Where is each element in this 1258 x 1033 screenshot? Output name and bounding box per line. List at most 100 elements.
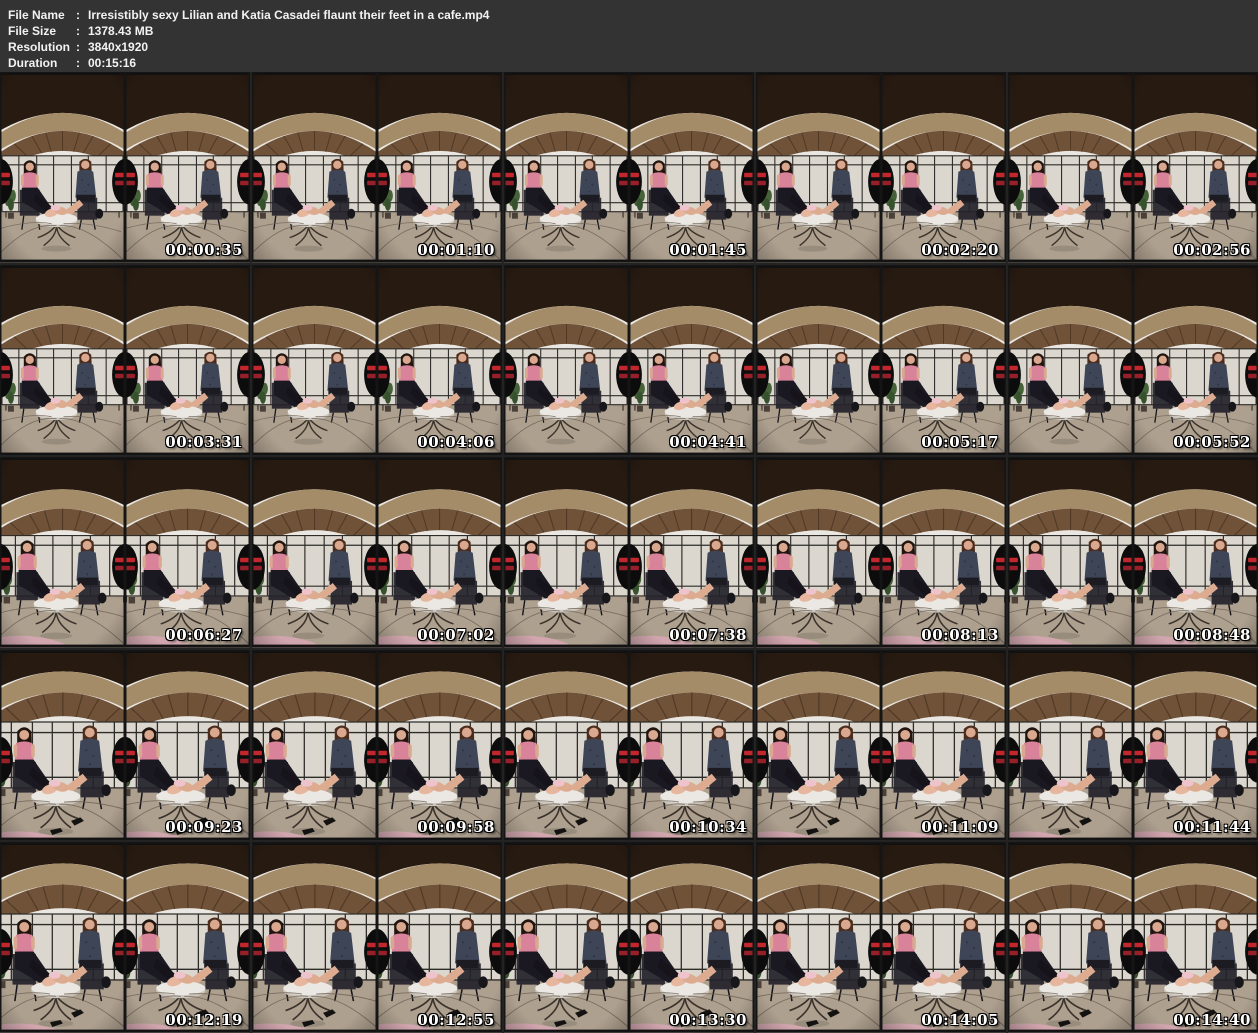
vr-stereo-pair <box>1008 457 1258 648</box>
vr-stereo-pair <box>252 842 502 1033</box>
vr-scene-graphic <box>629 842 754 1033</box>
vr-scene-graphic <box>1008 72 1133 263</box>
video-thumbnail[interactable]: 00:06:27 <box>0 457 250 648</box>
vr-right-eye-frame <box>629 265 754 456</box>
video-thumbnail[interactable]: 00:12:19 <box>0 842 250 1033</box>
vr-scene-graphic <box>252 457 377 648</box>
vr-scene-graphic <box>125 457 250 648</box>
vr-scene-graphic <box>504 265 629 456</box>
video-thumbnail[interactable]: 00:00:35 <box>0 72 250 263</box>
vr-right-eye-frame <box>377 265 502 456</box>
video-thumbnail[interactable]: 00:05:17 <box>756 265 1006 456</box>
vr-scene-graphic <box>881 72 1006 263</box>
vr-stereo-pair <box>0 842 250 1033</box>
vr-stereo-pair <box>504 265 754 456</box>
duration-value: 00:15:16 <box>88 55 1258 71</box>
video-thumbnail[interactable]: 00:11:09 <box>756 650 1006 841</box>
vr-left-eye-frame <box>0 457 125 648</box>
video-thumbnail[interactable]: 00:05:52 <box>1008 265 1258 456</box>
vr-left-eye-frame <box>756 457 881 648</box>
vr-scene-graphic <box>629 72 754 263</box>
vr-scene-graphic <box>0 842 125 1033</box>
file-info-row-duration: Duration:00:15:16 <box>8 55 1258 71</box>
vr-scene-graphic <box>377 265 502 456</box>
vr-scene-graphic <box>1008 457 1133 648</box>
vr-scene-graphic <box>756 842 881 1033</box>
thumbnail-grid: 00:00:35 <box>0 72 1258 1033</box>
vr-left-eye-frame <box>504 457 629 648</box>
vr-scene-graphic <box>1133 457 1258 648</box>
vr-left-eye-frame <box>252 265 377 456</box>
video-thumbnail[interactable]: 00:13:30 <box>504 842 754 1033</box>
vr-right-eye-frame <box>1133 457 1258 648</box>
vr-right-eye-frame <box>1133 842 1258 1033</box>
vr-left-eye-frame <box>1008 265 1133 456</box>
vr-scene-graphic <box>252 72 377 263</box>
vr-scene-graphic <box>125 72 250 263</box>
video-thumbnail[interactable]: 00:10:34 <box>504 650 754 841</box>
vr-left-eye-frame <box>504 842 629 1033</box>
vr-left-eye-frame <box>0 72 125 263</box>
video-thumbnail[interactable]: 00:08:13 <box>756 457 1006 648</box>
vr-scene-graphic <box>756 457 881 648</box>
video-thumbnail[interactable]: 00:14:05 <box>756 842 1006 1033</box>
vr-right-eye-frame <box>629 650 754 841</box>
vr-scene-graphic <box>629 650 754 841</box>
vr-left-eye-frame <box>504 72 629 263</box>
vr-stereo-pair <box>504 650 754 841</box>
file-info-row-filesize: File Size:1378.43 MB <box>8 23 1258 39</box>
vr-stereo-pair <box>1008 842 1258 1033</box>
file-info-row-filename: File Name:Irresistibly sexy Lilian and K… <box>8 7 1258 23</box>
video-thumbnail[interactable]: 00:14:40 <box>1008 842 1258 1033</box>
video-thumbnail[interactable]: 00:09:23 <box>0 650 250 841</box>
vr-scene-graphic <box>125 650 250 841</box>
vr-scene-graphic <box>252 265 377 456</box>
video-thumbnail[interactable]: 00:08:48 <box>1008 457 1258 648</box>
vr-left-eye-frame <box>1008 650 1133 841</box>
vr-stereo-pair <box>252 72 502 263</box>
vr-right-eye-frame <box>629 72 754 263</box>
vr-scene-graphic <box>881 265 1006 456</box>
vr-scene-graphic <box>756 265 881 456</box>
video-thumbnail[interactable]: 00:04:41 <box>504 265 754 456</box>
vr-scene-graphic <box>252 650 377 841</box>
vr-scene-graphic <box>1008 842 1133 1033</box>
video-thumbnail[interactable]: 00:12:55 <box>252 842 502 1033</box>
vr-left-eye-frame <box>756 72 881 263</box>
vr-left-eye-frame <box>0 842 125 1033</box>
vr-left-eye-frame <box>252 457 377 648</box>
video-thumbnail[interactable]: 00:04:06 <box>252 265 502 456</box>
vr-stereo-pair <box>756 842 1006 1033</box>
file-size-value: 1378.43 MB <box>88 23 1258 39</box>
vr-scene-graphic <box>252 842 377 1033</box>
video-thumbnail[interactable]: 00:01:45 <box>504 72 754 263</box>
vr-right-eye-frame <box>881 457 1006 648</box>
video-thumbnail[interactable]: 00:01:10 <box>252 72 502 263</box>
contact-sheet: File Name:Irresistibly sexy Lilian and K… <box>0 0 1258 1033</box>
vr-stereo-pair <box>504 72 754 263</box>
video-thumbnail[interactable]: 00:07:02 <box>252 457 502 648</box>
video-thumbnail[interactable]: 00:09:58 <box>252 650 502 841</box>
file-name-value: Irresistibly sexy Lilian and Katia Casad… <box>88 7 1258 23</box>
vr-scene-graphic <box>0 265 125 456</box>
video-thumbnail[interactable]: 00:03:31 <box>0 265 250 456</box>
video-thumbnail[interactable]: 00:11:44 <box>1008 650 1258 841</box>
vr-stereo-pair <box>756 72 1006 263</box>
vr-stereo-pair <box>252 457 502 648</box>
vr-stereo-pair <box>0 650 250 841</box>
video-thumbnail[interactable]: 00:07:38 <box>504 457 754 648</box>
vr-right-eye-frame <box>629 457 754 648</box>
vr-scene-graphic <box>881 457 1006 648</box>
vr-scene-graphic <box>629 265 754 456</box>
vr-right-eye-frame <box>377 72 502 263</box>
vr-scene-graphic <box>125 265 250 456</box>
vr-left-eye-frame <box>1008 72 1133 263</box>
video-thumbnail[interactable]: 00:02:56 <box>1008 72 1258 263</box>
vr-scene-graphic <box>504 72 629 263</box>
vr-scene-graphic <box>1133 265 1258 456</box>
vr-right-eye-frame <box>377 842 502 1033</box>
vr-right-eye-frame <box>881 842 1006 1033</box>
vr-scene-graphic <box>377 650 502 841</box>
video-thumbnail[interactable]: 00:02:20 <box>756 72 1006 263</box>
vr-stereo-pair <box>0 72 250 263</box>
